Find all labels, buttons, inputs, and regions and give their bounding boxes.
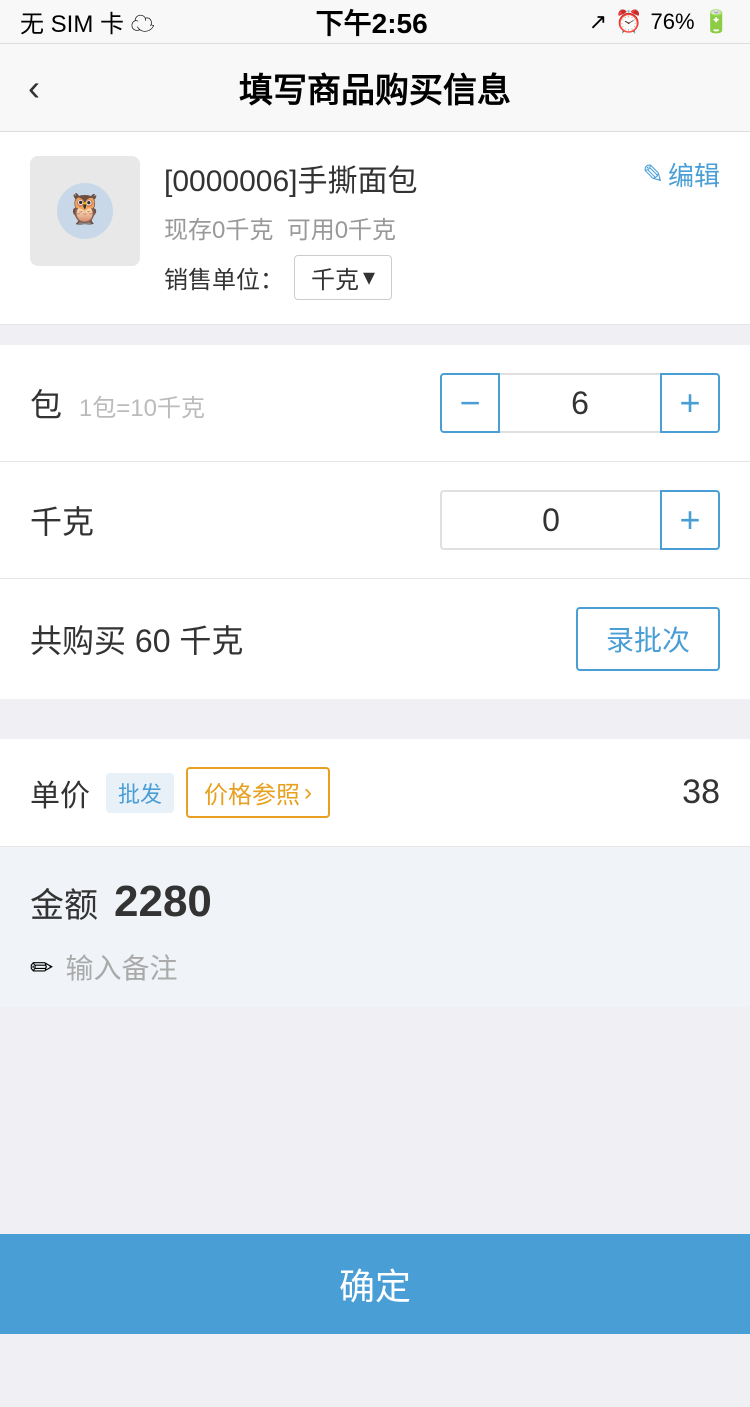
bag-minus-button[interactable]: − — [440, 373, 500, 433]
remark-row[interactable]: ✏ 输入备注 — [30, 947, 720, 987]
bag-value-input[interactable] — [500, 373, 660, 433]
battery-icon: 🔋 — [703, 9, 730, 35]
edit-icon: ✎ — [642, 159, 664, 190]
bag-input-row: 包 1包=10千克 − + — [0, 345, 750, 462]
confirm-bar[interactable]: 确定 — [0, 1234, 750, 1334]
page-title: 填写商品购买信息 — [239, 63, 511, 112]
bag-label: 包 1包=10千克 — [30, 380, 440, 426]
alarm-icon: ⏰ — [615, 9, 642, 35]
total-row: 共购买 60 千克 录批次 — [0, 579, 750, 699]
product-stock: 现存0千克 可用0千克 — [164, 210, 618, 245]
status-right: ↗ ⏰ 76% 🔋 — [589, 9, 730, 35]
amount-value: 2280 — [114, 877, 212, 927]
bag-plus-button[interactable]: + — [660, 373, 720, 433]
kg-stepper: + — [440, 490, 720, 550]
chevron-right-icon: › — [304, 779, 312, 807]
price-tag: 批发 — [106, 773, 174, 813]
nav-bar: ‹ 填写商品购买信息 — [0, 44, 750, 132]
price-value: 38 — [682, 773, 720, 812]
section-separator-1 — [0, 325, 750, 345]
location-icon: ↗ — [589, 9, 607, 35]
battery-text: 76% — [651, 9, 695, 35]
kg-value-input[interactable] — [440, 490, 660, 550]
status-time: 下午2:56 — [316, 2, 428, 42]
amount-label: 金额 — [30, 878, 98, 927]
chevron-down-icon: ▾ — [363, 263, 375, 292]
price-row: 单价 批发 价格参照 › 38 — [0, 739, 750, 847]
amount-row: 金额 2280 — [30, 877, 720, 927]
price-ref-button[interactable]: 价格参照 › — [186, 767, 330, 818]
amount-section: 金额 2280 ✏ 输入备注 — [0, 847, 750, 1007]
remark-placeholder: 输入备注 — [65, 947, 177, 987]
unit-select[interactable]: 千克 ▾ — [294, 255, 392, 300]
total-label: 共购买 60 千克 — [30, 616, 243, 662]
bag-hint: 1包=10千克 — [79, 395, 205, 422]
product-card: 🦉 [0000006]手撕面包 现存0千克 可用0千克 销售单位： 千克 ▾ ✎… — [0, 132, 750, 325]
input-section: 包 1包=10千克 − + 千克 + — [0, 345, 750, 579]
svg-text:🦉: 🦉 — [66, 192, 103, 226]
confirm-button-label: 确定 — [339, 1258, 411, 1310]
status-bar: 无 SIM 卡 ☁ 下午2:56 ↗ ⏰ 76% 🔋 — [0, 0, 750, 44]
product-info: [0000006]手撕面包 现存0千克 可用0千克 销售单位： 千克 ▾ — [164, 156, 618, 300]
kg-label: 千克 — [30, 497, 440, 543]
product-name: [0000006]手撕面包 — [164, 156, 618, 200]
product-image: 🦉 — [30, 156, 140, 266]
back-button[interactable]: ‹ — [28, 67, 40, 109]
kg-input-row: 千克 + — [0, 462, 750, 579]
pencil-icon: ✏ — [30, 951, 53, 984]
bag-stepper: − + — [440, 373, 720, 433]
status-left: 无 SIM 卡 ☁ — [20, 4, 155, 39]
batch-button[interactable]: 录批次 — [576, 607, 720, 671]
price-section: 单价 批发 价格参照 › 38 — [0, 739, 750, 847]
signal-text: 无 SIM 卡 ☁ — [20, 4, 155, 39]
kg-plus-button[interactable]: + — [660, 490, 720, 550]
edit-button[interactable]: ✎ 编辑 — [642, 156, 720, 193]
product-unit-row: 销售单位： 千克 ▾ — [164, 255, 618, 300]
price-label: 单价 — [30, 771, 90, 815]
section-separator-2 — [0, 699, 750, 719]
